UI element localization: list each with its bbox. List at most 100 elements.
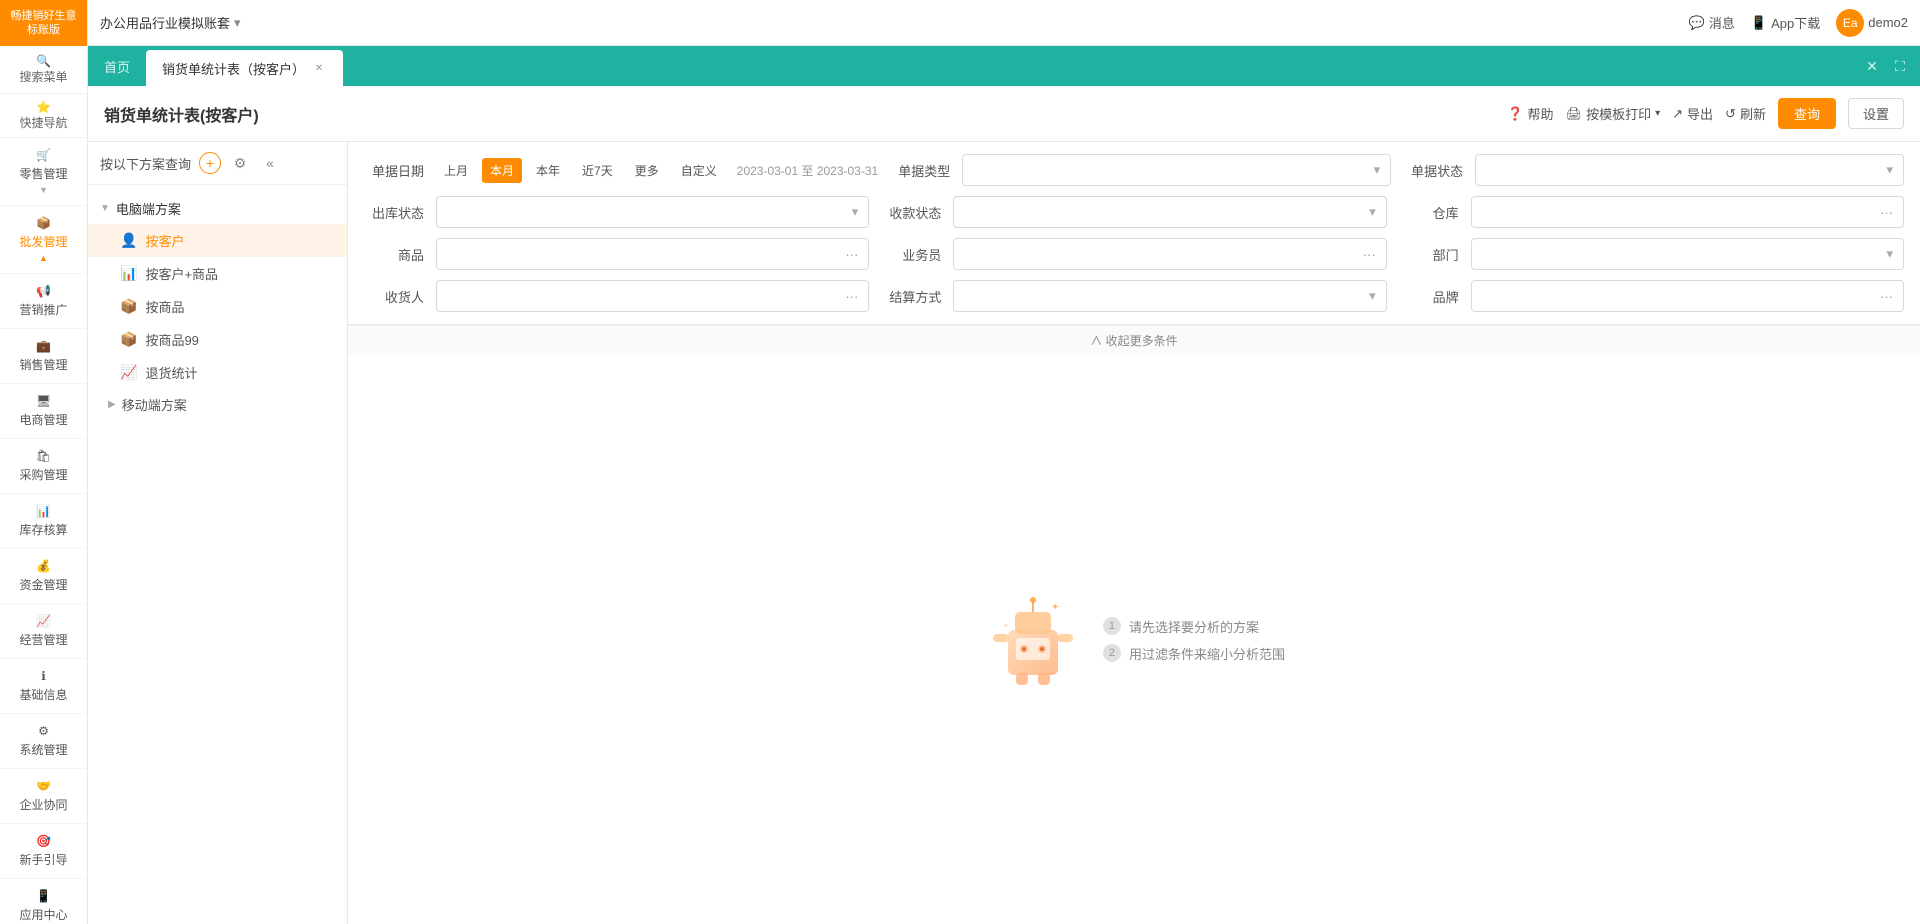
by-customer-label: 按客户 (145, 231, 184, 250)
payment-status-select[interactable]: ▾ (953, 196, 1386, 228)
tree-mobile-label: 移动端方案 (122, 395, 187, 414)
tree-item-by-customer[interactable]: 👤 按客户 (88, 224, 347, 257)
print-button[interactable]: 🖨 按模板打印 ▾ (1566, 104, 1661, 123)
sidebar-item-search[interactable]: 🔍 搜索菜单 (0, 46, 87, 94)
page-header: 销货单统计表(按客户) ❓ 帮助 🖨 按模板打印 ▾ ↗ 导出 ↺ 刷新 (88, 86, 1920, 142)
sidebar-item-enterprise[interactable]: 🤝 企业协同 (0, 769, 87, 824)
tree-item-return-stats[interactable]: 📈 退货统计 (88, 356, 347, 389)
sidebar-item-sales[interactable]: 💼 销售管理 (0, 329, 87, 384)
topbar-right: 💬 消息 📱 App下载 Ea demo2 (1689, 9, 1908, 37)
finance-icon: 💰 (36, 559, 51, 573)
help-icon: ❓ (1507, 106, 1523, 122)
sidebar-item-purchase[interactable]: 🛍 采购管理 (0, 439, 87, 494)
appcenter-icon: 📱 (36, 889, 51, 903)
sidebar-item-wholesale[interactable]: 📦 批发管理 ▲ (0, 206, 87, 274)
user-menu[interactable]: Ea demo2 (1836, 9, 1908, 37)
date-btn-last7[interactable]: 近7天 (574, 158, 621, 183)
query-button[interactable]: 查询 (1778, 98, 1836, 129)
sidebar-item-system[interactable]: ⚙ 系统管理 (0, 714, 87, 769)
date-btn-this-year[interactable]: 本年 (528, 158, 568, 183)
tabbar-controls: ✕ ⛶ (1860, 54, 1920, 78)
wholesale-icon: 📦 (36, 216, 51, 230)
help-button[interactable]: ❓ 帮助 (1507, 104, 1553, 123)
main-layout: 按以下方案查询 + ⚙ « ▼ 电脑端方案 👤 按客户 (88, 142, 1920, 924)
filter-row-2: 出库状态 ▾ 收款状态 ▾ 仓库 ··· (364, 196, 1904, 228)
recipient-select[interactable]: ··· (436, 280, 869, 312)
sidebar-item-marketing[interactable]: 📢 营销推广 (0, 274, 87, 329)
empty-tip-1: 1 请先选择要分析的方案 (1103, 617, 1285, 636)
return-stats-icon: 📈 (120, 364, 137, 381)
sidebar-system-label: 系统管理 (19, 741, 67, 758)
tree-desktop-group[interactable]: ▼ 电脑端方案 (88, 193, 347, 224)
tree-mobile-group[interactable]: ▶ 移动端方案 (88, 389, 347, 420)
topbar-dropdown-icon[interactable]: ▾ (234, 15, 241, 31)
brand-select[interactable]: ··· (1471, 280, 1904, 312)
goods-label: 商品 (364, 245, 424, 264)
tree-item-by-customer-goods[interactable]: 📊 按客户+商品 (88, 257, 347, 290)
export-button[interactable]: ↗ 导出 (1672, 104, 1713, 123)
salesperson-label: 业务员 (881, 245, 941, 264)
message-button[interactable]: 💬 消息 (1689, 13, 1735, 32)
department-select[interactable]: ▾ (1471, 238, 1904, 270)
tree-item-by-goods99[interactable]: 📦 按商品99 (88, 323, 347, 356)
doc-type-dropdown-icon: ▾ (1374, 162, 1381, 178)
by-goods99-icon: 📦 (120, 331, 137, 348)
collapse-bar[interactable]: ∧ 收起更多条件 (348, 325, 1920, 355)
stock-status-select[interactable]: ▾ (436, 196, 869, 228)
tree-expand-icon: ▼ (100, 203, 110, 214)
goods-select[interactable]: ··· (436, 238, 869, 270)
tree-item-by-goods[interactable]: 📦 按商品 (88, 290, 347, 323)
sidebar-item-inventory[interactable]: 📊 库存核算 (0, 494, 87, 549)
message-icon: 💬 (1689, 15, 1705, 31)
date-btn-last-month[interactable]: 上月 (436, 158, 476, 183)
basic-icon: ℹ (41, 669, 46, 683)
app-download-label: App下载 (1771, 13, 1820, 32)
goods-dots-icon: ··· (845, 247, 858, 262)
sidebar-item-operations[interactable]: 📈 经营管理 (0, 604, 87, 659)
refresh-button[interactable]: ↺ 刷新 (1725, 104, 1766, 123)
panel-collapse-button[interactable]: « (259, 152, 281, 174)
salesperson-select[interactable]: ··· (953, 238, 1386, 270)
add-scheme-button[interactable]: + (199, 152, 221, 174)
sidebar-basic-label: 基础信息 (19, 686, 67, 703)
sidebar-item-retail[interactable]: 🛒 零售管理 ▼ (0, 138, 87, 206)
tab-close-all-button[interactable]: ✕ (1860, 54, 1884, 78)
date-btn-this-month[interactable]: 本月 (482, 158, 522, 183)
date-btn-more[interactable]: 更多 (627, 158, 667, 183)
date-btn-custom[interactable]: 自定义 (673, 158, 725, 183)
tab-home[interactable]: 首页 (88, 46, 146, 86)
warehouse-select[interactable]: ··· (1471, 196, 1904, 228)
data-area: ✦ ✦ 1 请先选择要分析的方案 2 用过滤条件来缩小分析范围 (348, 355, 1920, 924)
sidebar-item-quicknav[interactable]: ⭐ 快捷导航 (0, 94, 87, 138)
sidebar-operations-label: 经营管理 (19, 631, 67, 648)
sidebar-item-ecommerce[interactable]: 🖥 电商管理 (0, 384, 87, 439)
sidebar-item-finance[interactable]: 💰 资金管理 (0, 549, 87, 604)
doc-status-select[interactable]: ▾ (1475, 154, 1904, 186)
logo-text: 畅捷销好生意 标账版 (11, 9, 77, 38)
sidebar-item-appcenter[interactable]: 📱 应用中心 (0, 879, 87, 924)
department-label: 部门 (1399, 245, 1459, 264)
retail-icon: 🛒 (36, 148, 51, 162)
settings-button[interactable]: 设置 (1848, 98, 1904, 129)
sidebar-item-newbie[interactable]: 🎯 新手引导 (0, 824, 87, 879)
doc-type-select[interactable]: ▾ (962, 154, 1391, 186)
app-download-button[interactable]: 📱 App下载 (1751, 13, 1820, 32)
sales-icon: 💼 (36, 339, 51, 353)
sidebar-retail-label: 零售管理 (19, 165, 67, 182)
tree-desktop-label: 电脑端方案 (116, 199, 181, 218)
warehouse-dots-icon: ··· (1880, 205, 1893, 220)
doc-status-label: 单据状态 (1403, 161, 1463, 180)
tab-close-icon[interactable]: ✕ (311, 60, 327, 76)
tab-sales-stats[interactable]: 销货单统计表（按客户） ✕ (146, 50, 343, 86)
sales-stats-tab-label: 销货单统计表（按客户） (162, 59, 305, 78)
sidebar-item-basic[interactable]: ℹ 基础信息 (0, 659, 87, 714)
scheme-settings-button[interactable]: ⚙ (229, 152, 251, 174)
svg-text:✦: ✦ (1051, 602, 1059, 613)
department-dropdown-icon: ▾ (1886, 246, 1893, 262)
sidebar-search-label: 搜索菜单 (4, 68, 83, 85)
date-range-text: 2023-03-01 至 2023-03-31 (737, 162, 878, 179)
salesperson-dots-icon: ··· (1363, 247, 1376, 262)
tab-expand-button[interactable]: ⛶ (1888, 54, 1912, 78)
settlement-select[interactable]: ▾ (953, 280, 1386, 312)
home-tab-label: 首页 (104, 57, 130, 76)
